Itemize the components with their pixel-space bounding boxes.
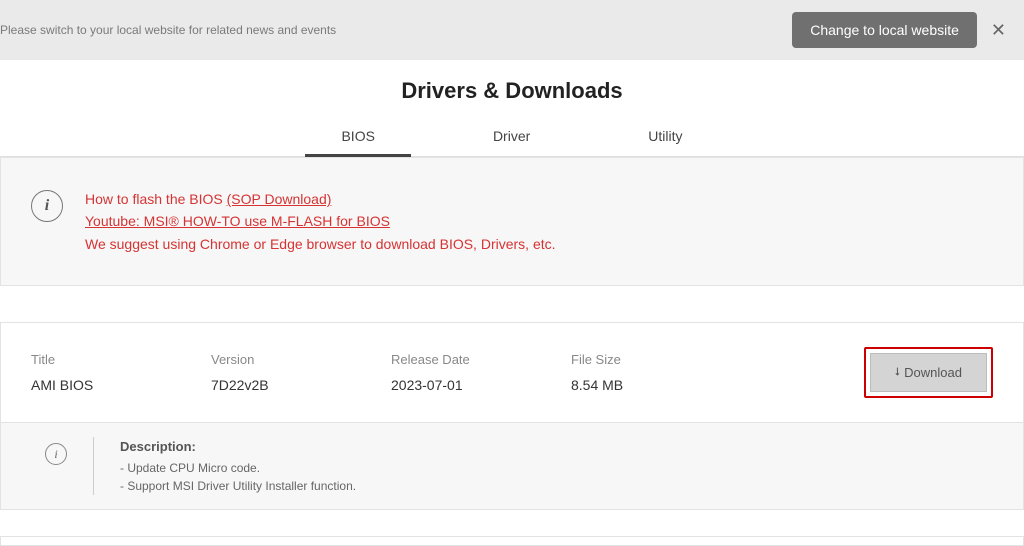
value-version: 7D22v2B <box>211 377 391 393</box>
info-icon: i <box>31 190 63 222</box>
next-item-card <box>0 536 1024 546</box>
tab-driver[interactable]: Driver <box>489 118 534 156</box>
change-website-button[interactable]: Change to local website <box>792 12 977 48</box>
download-item-row: Title AMI BIOS Version 7D22v2B Release D… <box>1 323 1023 422</box>
value-title: AMI BIOS <box>31 377 211 393</box>
label-version: Version <box>211 352 391 367</box>
download-button[interactable]: ⭣ Download <box>870 353 987 392</box>
sop-download-link[interactable]: (SOP Download) <box>227 191 332 207</box>
description-line-1: - Update CPU Micro code. <box>120 459 356 477</box>
tab-bar: BIOS Driver Utility <box>0 118 1024 157</box>
description-title: Description: <box>120 437 356 457</box>
divider <box>93 437 94 495</box>
youtube-link[interactable]: Youtube: MSI® HOW-TO use M-FLASH for BIO… <box>85 213 390 229</box>
notice-line-3: We suggest using Chrome or Edge browser … <box>85 233 556 255</box>
download-icon: ⭣ <box>895 366 900 379</box>
label-title: Title <box>31 352 211 367</box>
download-item-card: Title AMI BIOS Version 7D22v2B Release D… <box>0 322 1024 510</box>
description-line-2: - Support MSI Driver Utility Installer f… <box>120 477 356 495</box>
tab-utility[interactable]: Utility <box>644 118 686 156</box>
col-size: File Size 8.54 MB <box>571 352 864 393</box>
notice-content: How to flash the BIOS (SOP Download) You… <box>85 188 556 255</box>
info-notice: i How to flash the BIOS (SOP Download) Y… <box>0 157 1024 286</box>
local-website-banner: Please switch to your local website for … <box>0 0 1024 60</box>
download-area: ⭣ Download <box>864 347 993 398</box>
label-size: File Size <box>571 352 864 367</box>
description-panel: i Description: - Update CPU Micro code. … <box>1 422 1023 509</box>
col-title: Title AMI BIOS <box>31 352 211 393</box>
download-highlight: ⭣ Download <box>864 347 993 398</box>
label-date: Release Date <box>391 352 571 367</box>
description-text: Description: - Update CPU Micro code. - … <box>120 437 356 495</box>
tab-bios[interactable]: BIOS <box>337 118 378 156</box>
page-title: Drivers & Downloads <box>0 60 1024 118</box>
value-date: 2023-07-01 <box>391 377 571 393</box>
banner-message: Please switch to your local website for … <box>0 23 336 37</box>
value-size: 8.54 MB <box>571 377 864 393</box>
download-label: Download <box>904 365 962 380</box>
notice-line1-text: How to flash the BIOS <box>85 191 227 207</box>
info-icon[interactable]: i <box>45 443 67 465</box>
close-icon[interactable]: ✕ <box>991 20 1006 41</box>
banner-actions: Change to local website ✕ <box>792 12 1024 48</box>
notice-line-1: How to flash the BIOS (SOP Download) <box>85 188 556 210</box>
col-date: Release Date 2023-07-01 <box>391 352 571 393</box>
col-version: Version 7D22v2B <box>211 352 391 393</box>
